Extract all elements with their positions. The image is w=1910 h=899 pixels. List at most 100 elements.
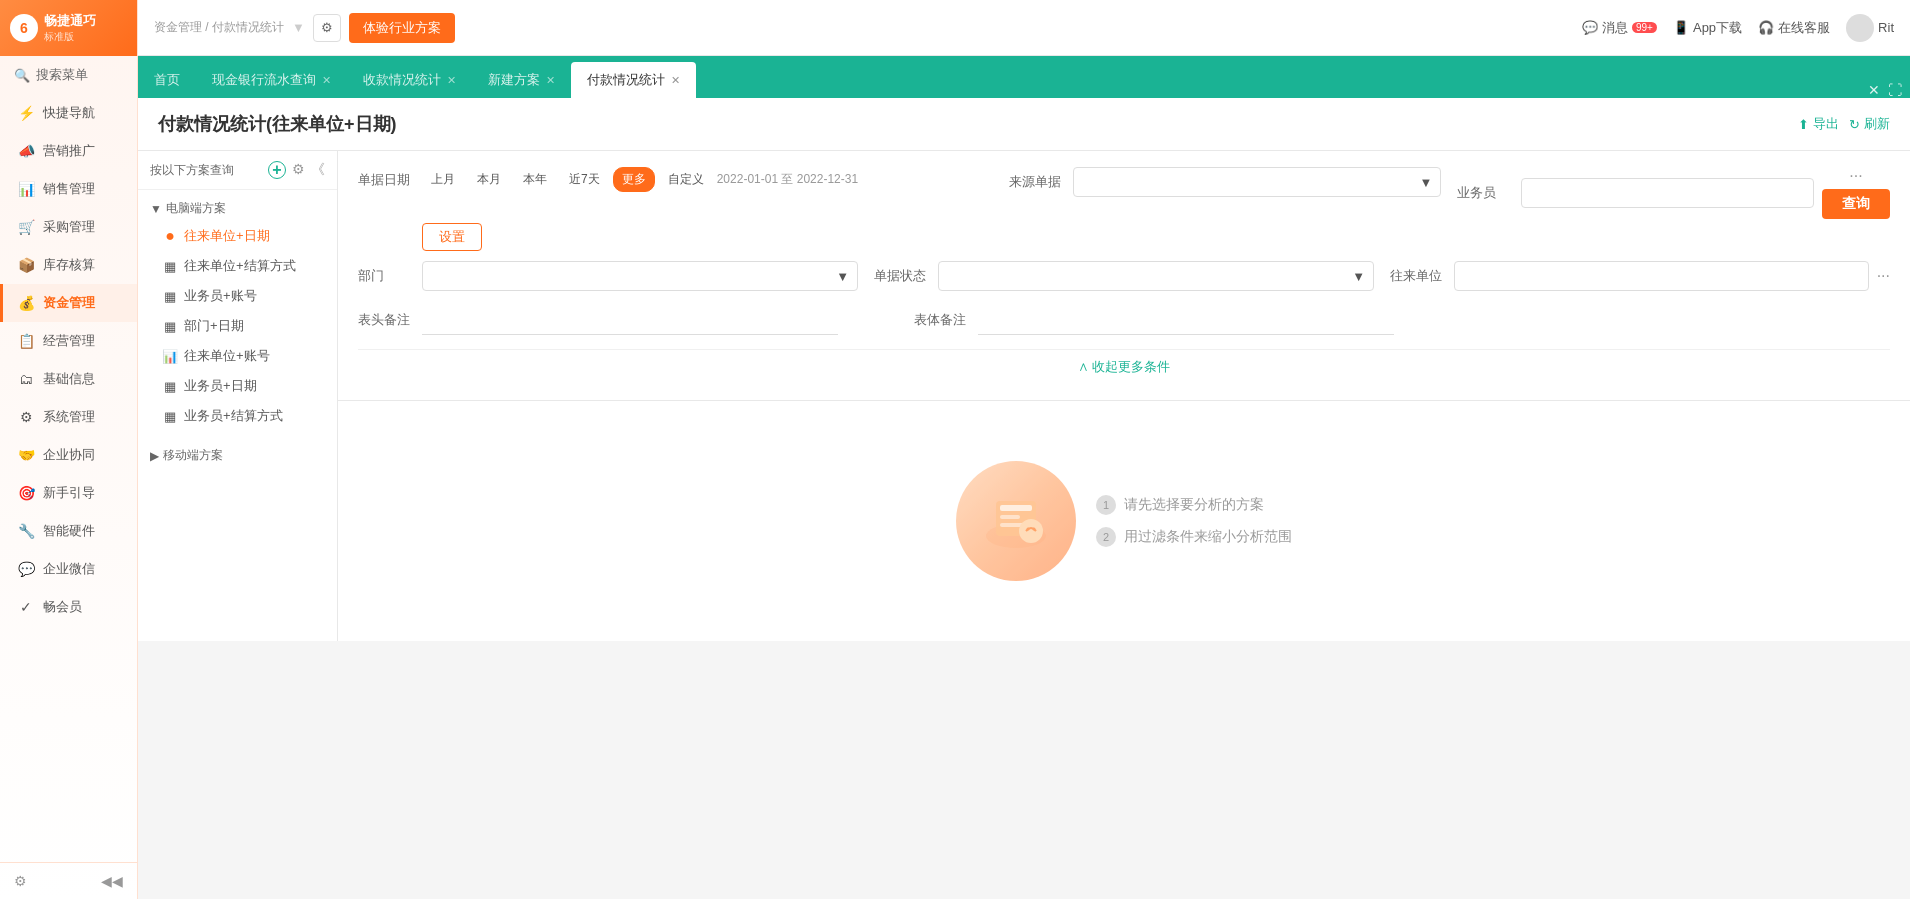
staff-label: 业务员 (1457, 184, 1513, 202)
sidebar-item-sales[interactable]: 📊 销售管理 (0, 170, 137, 208)
sidebar-item-quick-nav[interactable]: ⚡ 快捷导航 (0, 94, 137, 132)
member-icon: ✓ (17, 598, 35, 616)
dots-icon[interactable]: ··· (1849, 167, 1862, 185)
export-label: 导出 (1813, 115, 1839, 133)
tab-new-scheme-close[interactable]: ✕ (546, 74, 555, 87)
date-btn-this-year[interactable]: 本年 (514, 167, 556, 192)
tab-new-scheme[interactable]: 新建方案 ✕ (472, 62, 571, 98)
trial-button[interactable]: 体验行业方案 (349, 13, 455, 43)
sidebar-item-label: 资金管理 (43, 294, 95, 312)
body-note-label: 表体备注 (914, 311, 970, 329)
refresh-icon: ↻ (1849, 117, 1860, 132)
scheme-item-unit-account[interactable]: 📊 往来单位+账号 (138, 341, 337, 371)
header-note-filter-item: 表头备注 (358, 305, 838, 335)
source-select[interactable]: ▼ (1073, 167, 1442, 197)
search-menu-label: 搜索菜单 (36, 66, 88, 84)
breadcrumb: 资金管理 / 付款情况统计 (154, 19, 284, 36)
tab-payment-close[interactable]: ✕ (671, 74, 680, 87)
unit-select[interactable] (1454, 261, 1869, 291)
date-btn-7days[interactable]: 近7天 (560, 167, 609, 192)
sidebar-item-label: 企业微信 (43, 560, 95, 578)
scheme-item-label: 业务员+日期 (184, 377, 257, 395)
dept-select[interactable]: ▼ (422, 261, 858, 291)
page-title: 付款情况统计(往来单位+日期) (158, 112, 397, 136)
sidebar-item-cooperation[interactable]: 🤝 企业协同 (0, 436, 137, 474)
sidebar-collapse-icon[interactable]: ◀◀ (101, 873, 123, 889)
svg-rect-3 (1000, 515, 1020, 519)
sidebar-item-purchase[interactable]: 🛒 采购管理 (0, 208, 137, 246)
source-select-arrow: ▼ (1419, 175, 1432, 190)
app-name: 畅捷通巧 (44, 12, 96, 30)
operations-icon: 📋 (17, 332, 35, 350)
tab-payment-stats[interactable]: 付款情况统计 ✕ (571, 62, 696, 98)
tab-cash-flow[interactable]: 现金银行流水查询 ✕ (196, 62, 347, 98)
sidebar-item-inventory[interactable]: 📦 库存核算 (0, 246, 137, 284)
header-note-label: 表头备注 (358, 311, 414, 329)
tab-collection-close[interactable]: ✕ (447, 74, 456, 87)
scheme-item-dept-date[interactable]: ▦ 部门+日期 (138, 311, 337, 341)
tab-cash-flow-close[interactable]: ✕ (322, 74, 331, 87)
pc-group-header[interactable]: ▼ 电脑端方案 (138, 196, 337, 221)
topbar-settings-button[interactable]: ⚙ (313, 14, 341, 42)
doc-status-select[interactable]: ▼ (938, 261, 1374, 291)
chevron-down-icon: ▼ (150, 202, 162, 216)
svg-rect-2 (1000, 505, 1032, 511)
scheme-item-staff-account[interactable]: ▦ 业务员+账号 (138, 281, 337, 311)
mobile-group-label: 移动端方案 (163, 447, 223, 464)
dept-select-arrow: ▼ (836, 269, 849, 284)
header-note-input[interactable] (422, 305, 838, 335)
step-2-label: 用过滤条件来缩小分析范围 (1124, 528, 1292, 546)
tab-minimize-icon[interactable]: ✕ (1868, 82, 1880, 98)
mobile-group-header[interactable]: ▶ 移动端方案 (138, 443, 337, 468)
add-scheme-button[interactable]: + (268, 161, 286, 179)
scheme-item-label: 往来单位+账号 (184, 347, 270, 365)
weixin-icon: 💬 (17, 560, 35, 578)
date-btn-custom[interactable]: 自定义 (659, 167, 713, 192)
tab-expand-icon[interactable]: ⛶ (1888, 82, 1902, 98)
sidebar-item-system[interactable]: ⚙ 系统管理 (0, 398, 137, 436)
scheme-settings-button[interactable]: ⚙ (292, 161, 305, 179)
doc-status-label: 单据状态 (874, 267, 930, 285)
scheme-item-staff-payment[interactable]: ▦ 业务员+结算方式 (138, 401, 337, 431)
sidebar-item-guide[interactable]: 🎯 新手引导 (0, 474, 137, 512)
search-menu[interactable]: 🔍 搜索菜单 (0, 56, 137, 94)
message-label: 消息 (1602, 19, 1628, 37)
query-button[interactable]: 查询 (1822, 189, 1890, 219)
sidebar-item-member[interactable]: ✓ 畅会员 (0, 588, 137, 626)
scheme-item-staff-date[interactable]: ▦ 业务员+日期 (138, 371, 337, 401)
left-panel: 按以下方案查询 + ⚙ 《 ▼ 电脑端方案 ● 往来单位+日期 (138, 151, 338, 641)
sidebar-item-label: 销售管理 (43, 180, 95, 198)
unit-dots-icon[interactable]: ··· (1877, 267, 1890, 285)
sidebar-settings-icon[interactable]: ⚙ (14, 873, 27, 889)
sidebar-item-operations[interactable]: 📋 经营管理 (0, 322, 137, 360)
tab-home[interactable]: 首页 (138, 62, 196, 98)
chevron-right-icon: ▶ (150, 449, 159, 463)
setup-button[interactable]: 设置 (422, 223, 482, 251)
left-panel-collapse-button[interactable]: 《 (311, 161, 325, 179)
tab-collection-stats[interactable]: 收款情况统计 ✕ (347, 62, 472, 98)
date-btn-more[interactable]: 更多 (613, 167, 655, 192)
sidebar-item-weixin[interactable]: 💬 企业微信 (0, 550, 137, 588)
doc-status-arrow: ▼ (1352, 269, 1365, 284)
left-panel-header: 按以下方案查询 + ⚙ 《 (138, 151, 337, 190)
collapse-more-button[interactable]: ∧ 收起更多条件 (358, 349, 1890, 384)
staff-select[interactable] (1521, 178, 1814, 208)
refresh-button[interactable]: ↻ 刷新 (1849, 115, 1890, 133)
tab-collection-stats-label: 收款情况统计 (363, 71, 441, 89)
sidebar-item-capital[interactable]: 💰 资金管理 (0, 284, 137, 322)
sidebar-item-basic-info[interactable]: 🗂 基础信息 (0, 360, 137, 398)
message-item[interactable]: 💬 消息 99+ (1582, 19, 1657, 37)
app-download-item[interactable]: 📱 App下载 (1673, 19, 1742, 37)
online-service-item[interactable]: 🎧 在线客服 (1758, 19, 1830, 37)
body-note-input[interactable] (978, 305, 1394, 335)
svg-point-7 (1033, 528, 1036, 531)
sidebar-item-marketing[interactable]: 📣 营销推广 (0, 132, 137, 170)
scheme-item-unit-payment[interactable]: ▦ 往来单位+结算方式 (138, 251, 337, 281)
date-btn-this-month[interactable]: 本月 (468, 167, 510, 192)
date-btn-last-month[interactable]: 上月 (422, 167, 464, 192)
export-button[interactable]: ⬆ 导出 (1798, 115, 1839, 133)
sidebar-item-hardware[interactable]: 🔧 智能硬件 (0, 512, 137, 550)
user-item[interactable]: Rit (1846, 14, 1894, 42)
sidebar-item-label: 库存核算 (43, 256, 95, 274)
scheme-item-unit-date[interactable]: ● 往来单位+日期 (138, 221, 337, 251)
